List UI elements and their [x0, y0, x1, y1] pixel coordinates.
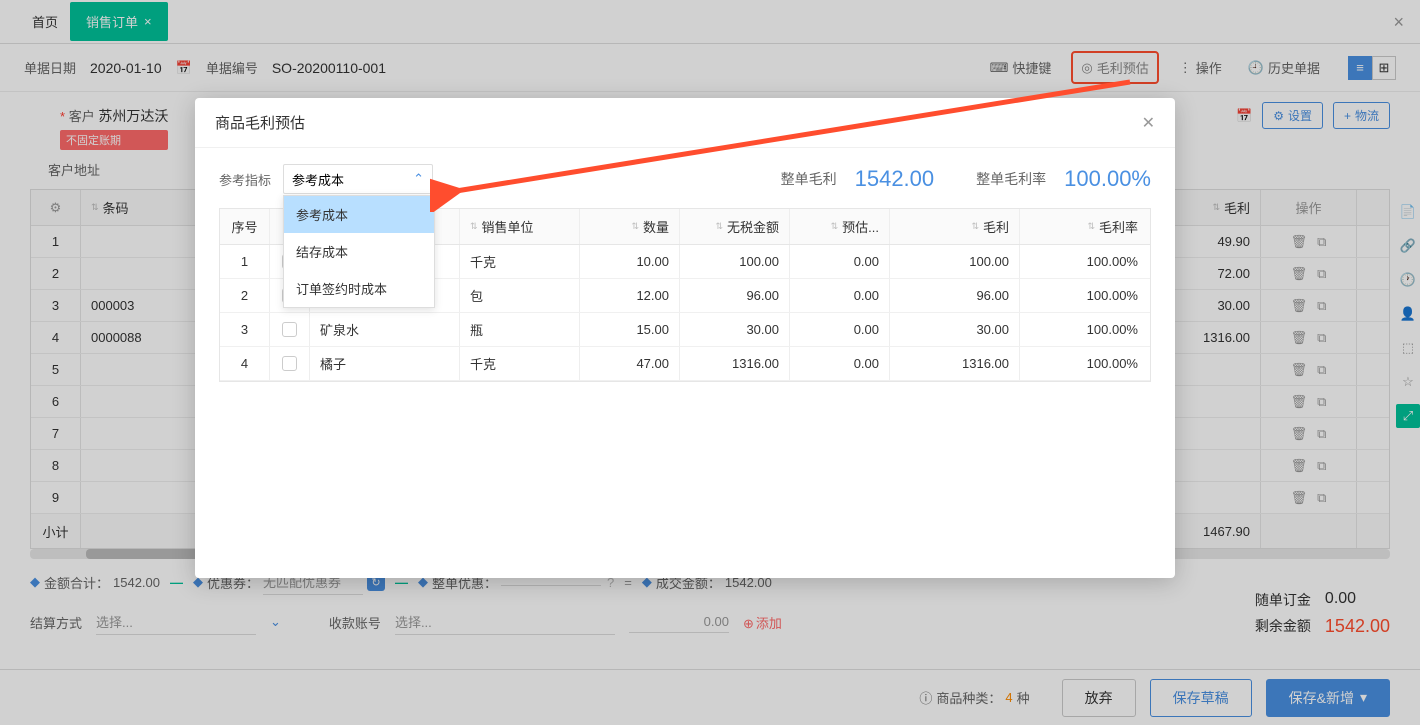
qty-cell: 12.00 [580, 279, 680, 312]
rate-cell: 100.00% [1020, 347, 1148, 380]
col-qty[interactable]: ⇅数量 [580, 209, 680, 244]
modal-header: 商品毛利预估 ✕ [195, 98, 1175, 148]
col-index[interactable]: 序号 [220, 209, 270, 244]
col-estimate[interactable]: ⇅预估... [790, 209, 890, 244]
modal-close-icon[interactable]: ✕ [1142, 113, 1155, 133]
unit-cell: 包 [460, 279, 580, 312]
ref-indicator-dropdown: 参考成本 结存成本 订单签约时成本 [283, 195, 435, 308]
ref-indicator-select[interactable]: ⌃ 参考成本 结存成本 订单签约时成本 [283, 164, 433, 194]
qty-cell: 47.00 [580, 347, 680, 380]
rate-cell: 100.00% [1020, 245, 1148, 278]
col-rate[interactable]: ⇅毛利率 [1020, 209, 1148, 244]
estimate-cell: 0.00 [790, 245, 890, 278]
ref-indicator-input[interactable] [292, 172, 424, 187]
product-name: 橘子 [310, 347, 460, 380]
est-label: 预估... [842, 217, 879, 236]
amount-cell: 96.00 [680, 279, 790, 312]
filter-row: 参考指标 ⌃ 参考成本 结存成本 订单签约时成本 整单毛利 1542.00 整单… [219, 164, 1151, 194]
total-rate-label: 整单毛利率 [976, 169, 1046, 189]
gross-cell: 100.00 [890, 245, 1020, 278]
modal-title: 商品毛利预估 [215, 112, 305, 133]
total-gross-value: 1542.00 [855, 166, 935, 192]
gross-label: 毛利 [983, 217, 1009, 236]
rate-label: 毛利率 [1099, 217, 1138, 236]
rate-cell: 100.00% [1020, 279, 1148, 312]
profit-row[interactable]: 3矿泉水瓶15.0030.000.0030.00100.00% [220, 313, 1150, 347]
gross-cell: 1316.00 [890, 347, 1020, 380]
row-index: 3 [220, 313, 270, 346]
qty-label: 数量 [643, 217, 669, 236]
row-index: 2 [220, 279, 270, 312]
estimate-cell: 0.00 [790, 313, 890, 346]
option-ref-cost[interactable]: 参考成本 [284, 196, 434, 233]
gross-cell: 96.00 [890, 279, 1020, 312]
product-name: 矿泉水 [310, 313, 460, 346]
estimate-cell: 0.00 [790, 347, 890, 380]
row-checkbox[interactable] [270, 313, 310, 346]
col-unit[interactable]: ⇅销售单位 [460, 209, 580, 244]
row-index: 4 [220, 347, 270, 380]
total-rate-value: 100.00% [1064, 166, 1151, 192]
unit-label: 销售单位 [482, 217, 534, 236]
qty-cell: 10.00 [580, 245, 680, 278]
amt-label: 无税金额 [727, 217, 779, 236]
option-balance-cost[interactable]: 结存成本 [284, 233, 434, 270]
row-index: 1 [220, 245, 270, 278]
chevron-up-icon[interactable]: ⌃ [413, 171, 424, 187]
row-checkbox[interactable] [270, 347, 310, 380]
col-amount[interactable]: ⇅无税金额 [680, 209, 790, 244]
unit-cell: 瓶 [460, 313, 580, 346]
qty-cell: 15.00 [580, 313, 680, 346]
profit-row[interactable]: 4橘子千克47.001316.000.001316.00100.00% [220, 347, 1150, 381]
estimate-cell: 0.00 [790, 279, 890, 312]
option-contract-cost[interactable]: 订单签约时成本 [284, 270, 434, 307]
col-gross[interactable]: ⇅毛利 [890, 209, 1020, 244]
profit-estimate-modal: 商品毛利预估 ✕ 参考指标 ⌃ 参考成本 结存成本 订单签约时成本 整单毛利 1… [195, 98, 1175, 578]
amount-cell: 100.00 [680, 245, 790, 278]
total-gross-label: 整单毛利 [781, 169, 837, 189]
amount-cell: 30.00 [680, 313, 790, 346]
rate-cell: 100.00% [1020, 313, 1148, 346]
amount-cell: 1316.00 [680, 347, 790, 380]
ref-indicator-label: 参考指标 [219, 170, 271, 189]
unit-cell: 千克 [460, 347, 580, 380]
unit-cell: 千克 [460, 245, 580, 278]
gross-cell: 30.00 [890, 313, 1020, 346]
